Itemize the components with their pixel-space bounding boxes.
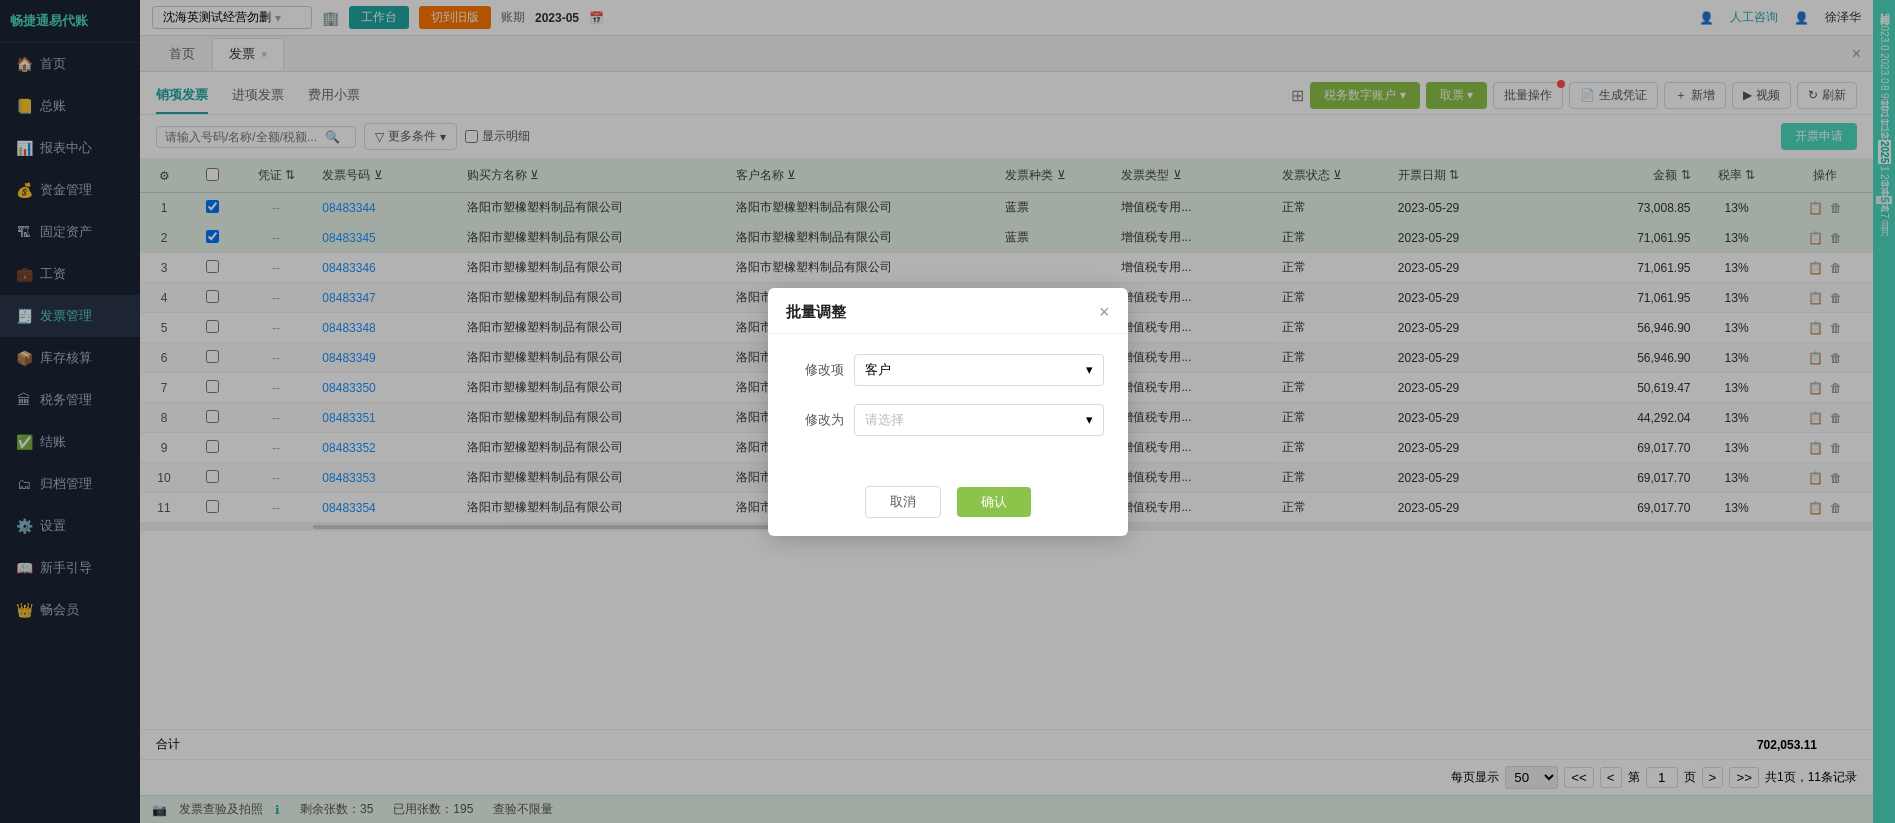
modify-to-select[interactable]: 请选择 ▾ bbox=[854, 404, 1104, 436]
dialog-title: 批量调整 bbox=[786, 303, 846, 322]
modify-to-placeholder: 请选择 bbox=[865, 411, 904, 429]
modify-field-dropdown-icon: ▾ bbox=[1086, 362, 1093, 377]
dialog-footer: 取消 确认 bbox=[768, 474, 1128, 536]
modify-field-label: 修改项 bbox=[792, 361, 844, 379]
dialog-confirm-button[interactable]: 确认 bbox=[957, 487, 1031, 517]
modify-to-dropdown-icon: ▾ bbox=[1086, 412, 1093, 427]
dialog-body: 修改项 客户 ▾ 修改为 请选择 ▾ bbox=[768, 334, 1128, 474]
dialog-modify-field-row: 修改项 客户 ▾ bbox=[792, 354, 1104, 386]
dialog-close-button[interactable]: × bbox=[1099, 302, 1110, 323]
modify-field-value: 客户 bbox=[865, 361, 891, 379]
modify-to-label: 修改为 bbox=[792, 411, 844, 429]
batch-adjust-dialog: 批量调整 × 修改项 客户 ▾ 修改为 请选择 ▾ 取消 确认 bbox=[768, 288, 1128, 536]
dialog-cancel-button[interactable]: 取消 bbox=[865, 486, 941, 518]
modify-field-select[interactable]: 客户 ▾ bbox=[854, 354, 1104, 386]
dialog-header: 批量调整 × bbox=[768, 288, 1128, 334]
dialog-modify-to-row: 修改为 请选择 ▾ bbox=[792, 404, 1104, 436]
dialog-overlay: 批量调整 × 修改项 客户 ▾ 修改为 请选择 ▾ 取消 确认 bbox=[0, 0, 1895, 823]
